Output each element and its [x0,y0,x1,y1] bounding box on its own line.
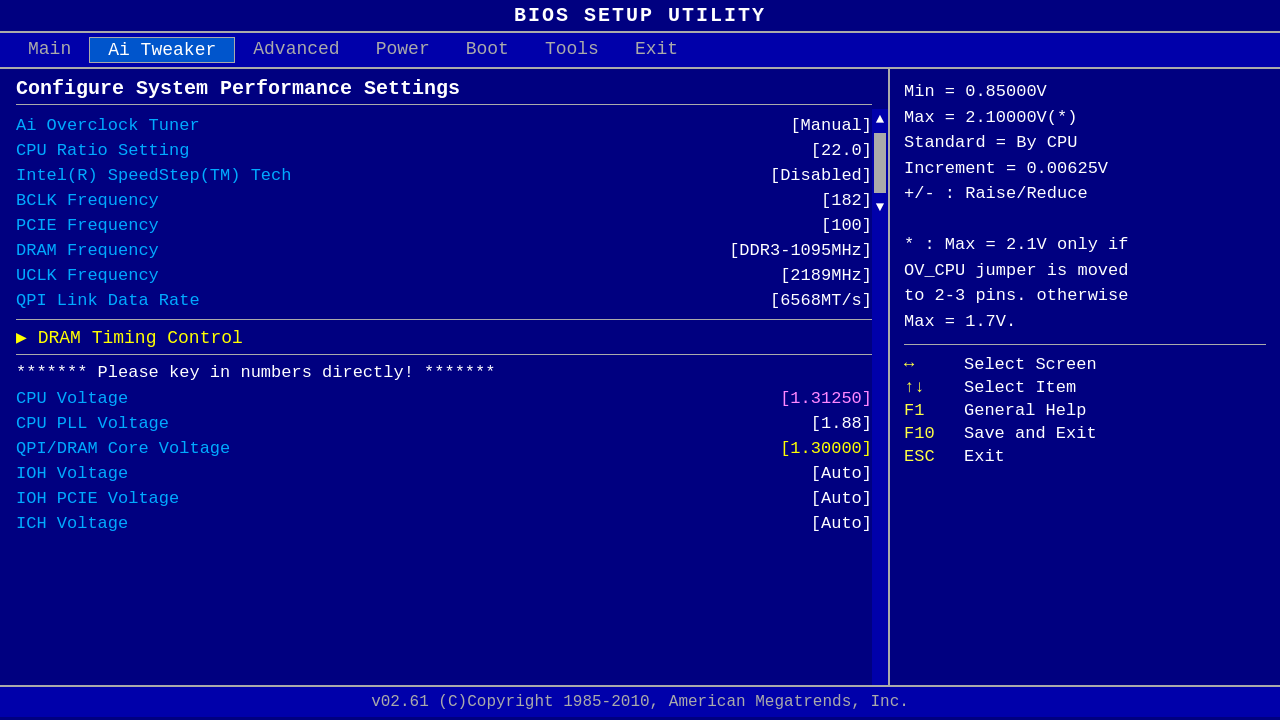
voltage-value: [1.88] [811,414,872,433]
info-section: Min = 0.85000VMax = 2.10000V(*)Standard … [904,79,1266,334]
menu-item-main[interactable]: Main [10,37,89,63]
setting-label: Ai Overclock Tuner [16,116,200,135]
voltage-value: [1.30000] [780,439,872,458]
table-row[interactable]: QPI/DRAM Core Voltage [1.30000] [16,436,872,461]
setting-value: [100] [821,216,872,235]
setting-value: [6568MT/s] [770,291,872,310]
voltages-list: CPU Voltage [1.31250] CPU PLL Voltage [1.88… [16,386,872,536]
table-row[interactable]: QPI Link Data Rate [6568MT/s] [16,288,872,313]
keybind-row: ↑↓Select Item [904,378,1266,397]
footer: v02.61 (C)Copyright 1985-2010, American … [0,685,1280,717]
info-line: * : Max = 2.1V only if [904,232,1266,258]
footer-text: v02.61 (C)Copyright 1985-2010, American … [371,693,909,711]
scrollbar[interactable]: ▲ ▼ [872,109,888,685]
title-bar: BIOS SETUP UTILITY [0,0,1280,33]
voltage-label: CPU Voltage [16,389,128,408]
scroll-down-arrow[interactable]: ▼ [874,197,886,217]
left-panel: Configure System Performance Settings Ai… [0,69,890,685]
table-row[interactable]: UCLK Frequency [2189MHz] [16,263,872,288]
setting-value: [Manual] [790,116,872,135]
section-title: Configure System Performance Settings [16,77,872,105]
setting-label: PCIE Frequency [16,216,159,235]
info-line: OV_CPU jumper is moved [904,258,1266,284]
setting-value: [182] [821,191,872,210]
main-container: Configure System Performance Settings Ai… [0,69,1280,685]
voltage-value: [Auto] [811,464,872,483]
keybind-row: F10Save and Exit [904,424,1266,443]
menu-item-tools[interactable]: Tools [527,37,617,63]
voltage-label: CPU PLL Voltage [16,414,169,433]
voltage-label: QPI/DRAM Core Voltage [16,439,230,458]
setting-label: DRAM Frequency [16,241,159,260]
menu-bar: MainAi TweakerAdvancedPowerBootToolsExit [0,33,1280,69]
setting-label: QPI Link Data Rate [16,291,200,310]
voltage-label: IOH PCIE Voltage [16,489,179,508]
keybind-description: Select Screen [964,355,1097,374]
table-row[interactable]: PCIE Frequency [100] [16,213,872,238]
voltage-value: [1.31250] [780,389,872,408]
warning-text: ******* Please key in numbers directly! … [16,363,872,382]
setting-value: [22.0] [811,141,872,160]
menu-item-ai-tweaker[interactable]: Ai Tweaker [89,37,235,63]
info-line: to 2-3 pins. otherwise [904,283,1266,309]
setting-label: CPU Ratio Setting [16,141,189,160]
menu-item-exit[interactable]: Exit [617,37,696,63]
table-row[interactable]: Intel(R) SpeedStep(TM) Tech [Disabled] [16,163,872,188]
keybind-row: ESCExit [904,447,1266,466]
info-divider [904,344,1266,345]
keybind-row: ↔Select Screen [904,355,1266,374]
table-row[interactable]: ICH Voltage [Auto] [16,511,872,536]
voltage-label: ICH Voltage [16,514,128,533]
setting-value: [2189MHz] [780,266,872,285]
info-line: Min = 0.85000V [904,79,1266,105]
divider-2 [16,354,872,355]
setting-value: [Disabled] [770,166,872,185]
keybind-key: ↔ [904,355,964,374]
menu-item-power[interactable]: Power [358,37,448,63]
keybind-key: F10 [904,424,964,443]
keybind-key: ↑↓ [904,378,964,397]
keybind-key: ESC [904,447,964,466]
keybind-row: F1General Help [904,401,1266,420]
settings-list: Ai Overclock Tuner [Manual] CPU Ratio Sett… [16,113,872,313]
scroll-thumb[interactable] [874,133,886,193]
table-row[interactable]: BCLK Frequency [182] [16,188,872,213]
setting-label: UCLK Frequency [16,266,159,285]
menu-item-boot[interactable]: Boot [448,37,527,63]
table-row[interactable]: IOH PCIE Voltage [Auto] [16,486,872,511]
keybind-description: General Help [964,401,1086,420]
keybind-key: F1 [904,401,964,420]
info-line: Standard = By CPU [904,130,1266,156]
keybind-description: Save and Exit [964,424,1097,443]
scroll-up-arrow[interactable]: ▲ [874,109,886,129]
info-line: Max = 1.7V. [904,309,1266,335]
setting-label: BCLK Frequency [16,191,159,210]
table-row[interactable]: CPU Voltage [1.31250] [16,386,872,411]
right-panel: Min = 0.85000VMax = 2.10000V(*)Standard … [890,69,1280,685]
info-line: Max = 2.10000V(*) [904,105,1266,131]
menu-item-advanced[interactable]: Advanced [235,37,357,63]
info-line [904,207,1266,233]
table-row[interactable]: Ai Overclock Tuner [Manual] [16,113,872,138]
voltage-value: [Auto] [811,489,872,508]
keybind-description: Exit [964,447,1005,466]
table-row[interactable]: IOH Voltage [Auto] [16,461,872,486]
dram-timing-control[interactable]: DRAM Timing Control [16,326,872,348]
bios-title: BIOS SETUP UTILITY [514,4,766,27]
info-line: Increment = 0.00625V [904,156,1266,182]
setting-value: [DDR3-1095MHz] [729,241,872,260]
info-line: +/- : Raise/Reduce [904,181,1266,207]
table-row[interactable]: CPU Ratio Setting [22.0] [16,138,872,163]
voltage-value: [Auto] [811,514,872,533]
setting-label: Intel(R) SpeedStep(TM) Tech [16,166,291,185]
keybinds-section: ↔Select Screen↑↓Select ItemF1General Hel… [904,355,1266,466]
divider-1 [16,319,872,320]
keybind-description: Select Item [964,378,1076,397]
voltage-label: IOH Voltage [16,464,128,483]
table-row[interactable]: DRAM Frequency [DDR3-1095MHz] [16,238,872,263]
table-row[interactable]: CPU PLL Voltage [1.88] [16,411,872,436]
